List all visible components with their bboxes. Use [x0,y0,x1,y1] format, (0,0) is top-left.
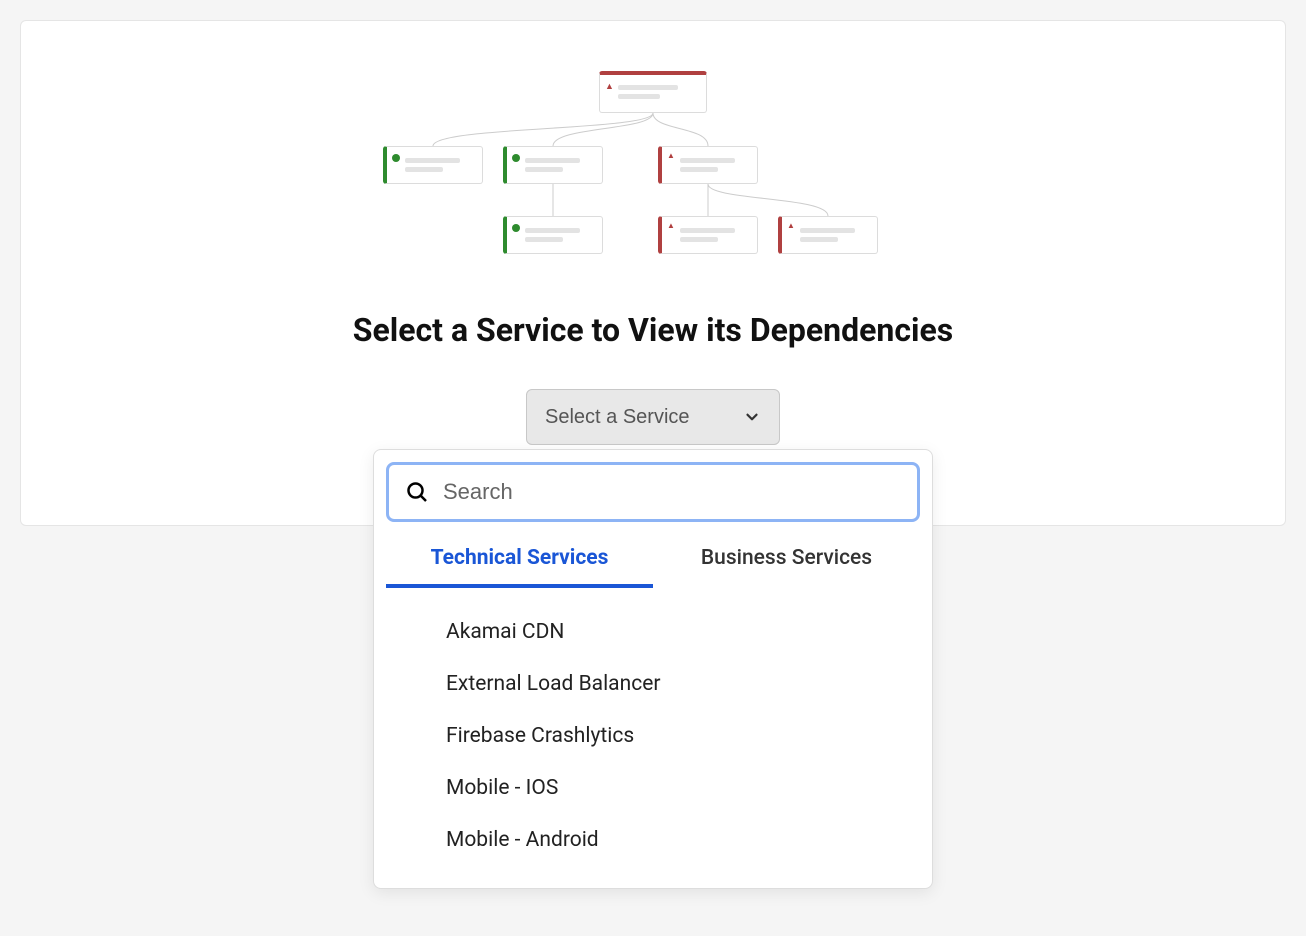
tab-technical-services[interactable]: Technical Services [386,532,653,588]
tab-business-services[interactable]: Business Services [653,532,920,588]
diagram-node [658,216,758,254]
warning-icon [667,224,675,232]
warning-icon [605,82,613,90]
search-icon [405,480,429,504]
search-box[interactable] [386,462,920,522]
ok-icon [512,154,520,162]
service-item[interactable]: Mobile - Android [386,814,920,866]
chevron-down-icon [743,408,761,426]
dependency-diagram [61,71,1245,271]
select-service-button[interactable]: Select a Service [526,389,780,445]
service-tabs: Technical Services Business Services [386,532,920,588]
ok-icon [392,154,400,162]
service-item[interactable]: Mobile - IOS [386,762,920,814]
select-label: Select a Service [545,406,690,429]
service-dropdown-panel: Technical Services Business Services Aka… [373,449,933,889]
diagram-node [503,216,603,254]
service-item[interactable]: Firebase Crashlytics [386,710,920,762]
diagram-node [503,146,603,184]
service-item[interactable]: External Load Balancer [386,658,920,710]
diagram-node [658,146,758,184]
ok-icon [512,224,520,232]
warning-icon [787,224,795,232]
diagram-root-node [599,71,707,113]
dependencies-card: Select a Service to View its Dependencie… [20,20,1286,526]
service-list: Akamai CDN External Load Balancer Fireba… [386,588,920,876]
page-title: Select a Service to View its Dependencie… [61,311,1245,349]
search-input[interactable] [443,479,901,505]
diagram-node [778,216,878,254]
service-item[interactable]: Akamai CDN [386,606,920,658]
warning-icon [667,154,675,162]
diagram-node [383,146,483,184]
